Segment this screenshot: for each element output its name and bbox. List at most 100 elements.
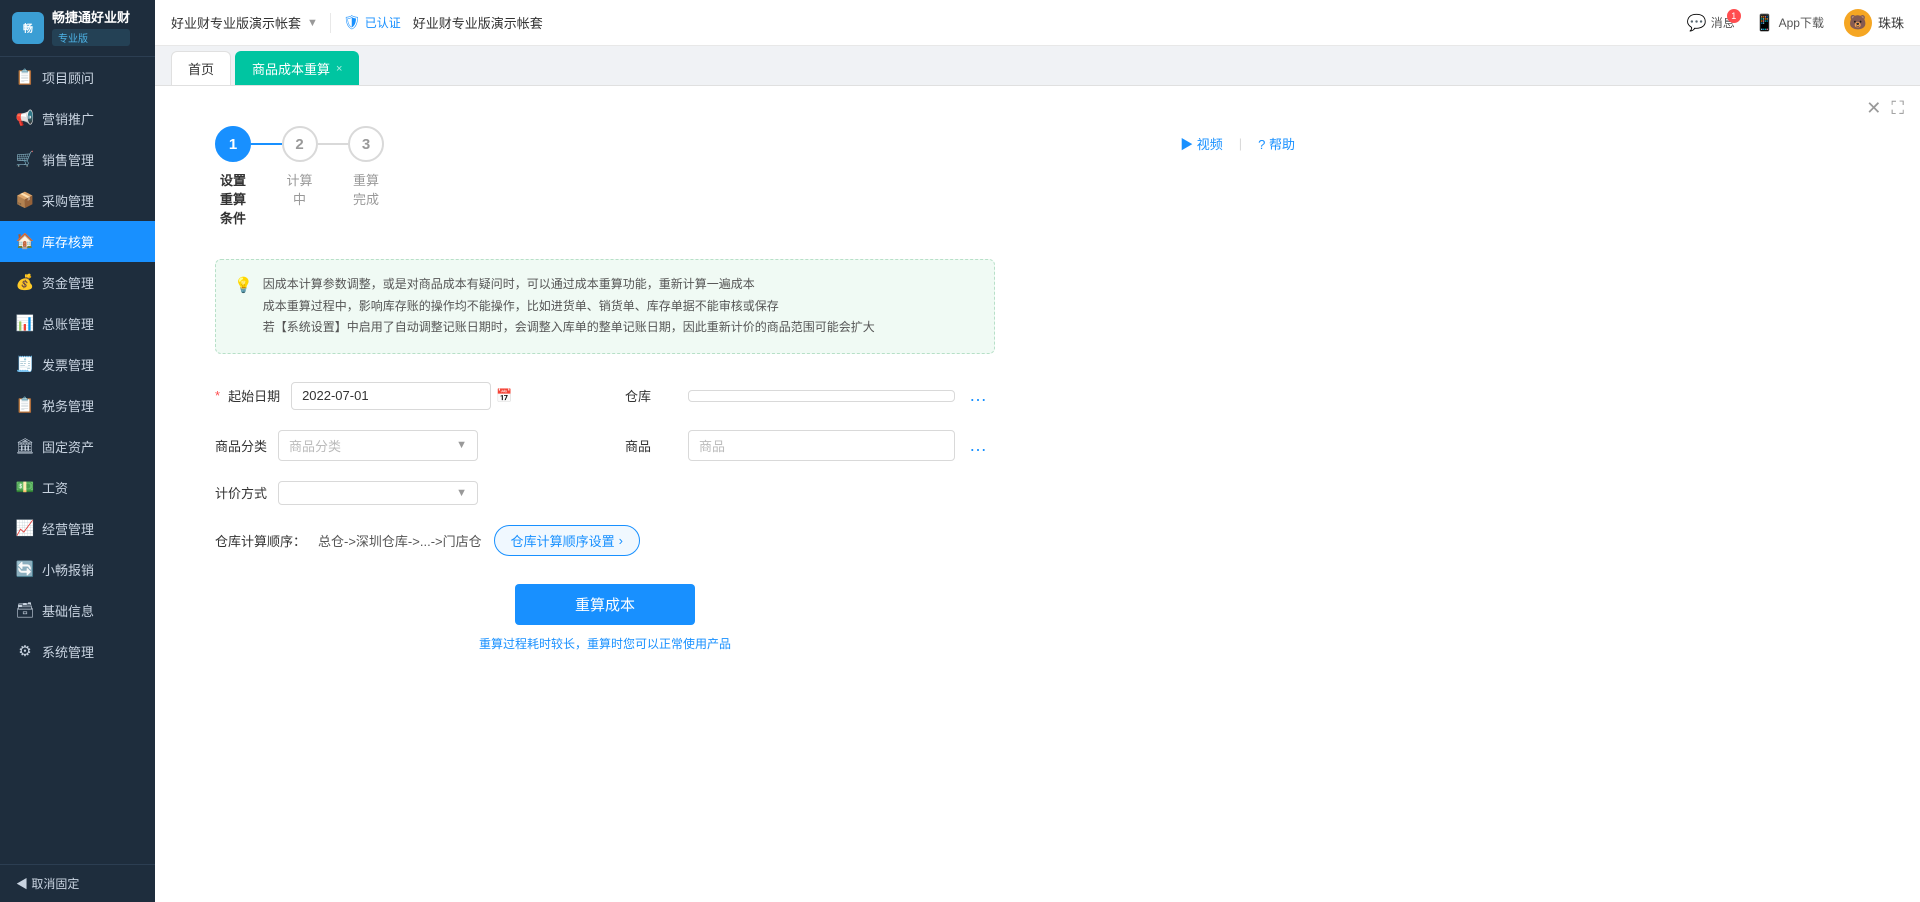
sidebar-item-basic[interactable]: 🗃 基础信息 [0,590,155,631]
sidebar-item-project[interactable]: 📋 项目顾问 [0,57,155,98]
step-label-step1: 设置重算条件 [215,170,251,227]
notice-box: 💡 因成本计算参数调整，或是对商品成本有疑问时，可以通过成本重算功能，重新计算一… [215,259,995,354]
step-circle-step3: 3 [348,126,384,162]
sidebar-icon-xiaochang: 🔄 [16,560,34,578]
sidebar-label-system: 系统管理 [42,642,94,661]
start-date-input-wrapper[interactable]: 📅 [291,382,491,410]
form-section: * 起始日期 📅 仓库 … [215,382,995,652]
sidebar-item-xiaochang[interactable]: 🔄 小畅报销 [0,549,155,590]
sidebar-icon-system: ⚙ [16,642,34,660]
sidebar-label-project: 项目顾问 [42,68,94,87]
sidebar-label-invoice: 发票管理 [42,355,94,374]
account-selector[interactable]: 好业财专业版演示帐套 ▼ [171,13,318,32]
warehouse-order-settings-btn[interactable]: 仓库计算顺序设置 › [494,525,640,556]
start-date-label: 起始日期 [228,386,283,405]
tab-close-recalc[interactable]: × [336,63,342,75]
product-input[interactable]: 商品 [688,430,955,461]
shield-icon: 🛡 [343,14,361,31]
sidebar-item-accounting[interactable]: 📊 总账管理 [0,303,155,344]
account-dropdown-icon: ▼ [307,17,318,29]
step-actions: ▶ 视频 | ? 帮助 [1180,126,1295,153]
form-row-2: 商品分类 商品分类 ▼ 商品 商品 … [215,430,995,461]
notification-count: 1 [1727,9,1741,23]
sidebar-item-invoice[interactable]: 🧾 发票管理 [0,344,155,385]
message-action[interactable]: 💬 消息 1 [1687,13,1735,33]
topbar-divider [330,13,331,33]
sidebar-item-sales[interactable]: 🛒 销售管理 [0,139,155,180]
product-more-btn[interactable]: … [963,433,995,458]
required-mark: * [215,388,220,403]
verified-badge: 🛡 已认证 [343,14,401,31]
warehouse-more-btn[interactable]: … [963,383,995,408]
tab-label-home: 首页 [188,59,214,78]
app-download-action[interactable]: 📱 App下载 [1755,13,1824,33]
sidebar-label-accounting: 总账管理 [42,314,94,333]
sidebar-icon-accounting: 📊 [16,314,34,332]
topbar-actions: 💬 消息 1 📱 App下载 🐻 珠珠 [1687,9,1904,37]
sidebar-icon-marketing: 📢 [16,109,34,127]
step-step3: 3 重算完成 [348,126,384,208]
start-date-field: * 起始日期 📅 [215,382,585,410]
sidebar-icon-basic: 🗃 [16,601,34,619]
expand-button[interactable]: ⛶ [1891,98,1904,119]
product-field: 商品 商品 … [625,430,995,461]
notice-text: 因成本计算参数调整，或是对商品成本有疑问时，可以通过成本重算功能，重新计算一遍成… [263,274,875,339]
tab-home[interactable]: 首页 [171,51,231,85]
pricing-arrow-icon: ▼ [456,487,467,499]
sidebar-item-purchase[interactable]: 📦 采购管理 [0,180,155,221]
sidebar-icon-tax: 📋 [16,396,34,414]
sidebar-icon-salary: 💵 [16,478,34,496]
product-label: 商品 [625,436,680,455]
account-name: 好业财专业版演示帐套 [171,13,301,32]
username: 珠珠 [1878,13,1904,32]
sidebar-icon-project: 📋 [16,68,34,86]
sidebar-item-marketing[interactable]: 📢 营销推广 [0,98,155,139]
sidebar-item-tax[interactable]: 📋 税务管理 [0,385,155,426]
sidebar-item-assets[interactable]: 🏛 固定资产 [0,426,155,467]
content-area: ✕ ⛶ 1 设置重算条件 2 计算中 3 重算完成 ▶ 视频 | ? 帮助 💡 [155,86,1920,902]
sidebar-nav: 📋 项目顾问 📢 营销推广 🛒 销售管理 📦 采购管理 🏠 库存核算 💰 资金管… [0,57,155,864]
category-value: 商品分类 [289,436,341,455]
sidebar-label-purchase: 采购管理 [42,191,94,210]
tabbar: 首页 商品成本重算× [155,46,1920,86]
sidebar-item-finance[interactable]: 💰 资金管理 [0,262,155,303]
warehouse-field: 仓库 … [625,383,995,408]
sidebar-icon-inventory: 🏠 [16,232,34,250]
sidebar-item-inventory[interactable]: 🏠 库存核算 [0,221,155,262]
close-button[interactable]: ✕ [1866,98,1881,119]
phone-icon: 📱 [1755,13,1775,33]
warehouse-label: 仓库 [625,386,680,405]
warehouse-input[interactable] [688,390,955,402]
sidebar-item-system[interactable]: ⚙ 系统管理 [0,631,155,672]
unpin-button[interactable]: ◀ 取消固定 [0,864,155,902]
pricing-label: 计价方式 [215,483,270,502]
lightbulb-icon: 💡 [234,276,253,339]
calendar-icon[interactable]: 📅 [488,383,520,409]
page-content: 1 设置重算条件 2 计算中 3 重算完成 ▶ 视频 | ? 帮助 💡 因成本计… [155,86,1355,692]
pricing-select[interactable]: ▼ [278,481,478,505]
avatar: 🐻 [1844,9,1872,37]
sidebar-item-operations[interactable]: 📈 经营管理 [0,508,155,549]
app-logo: 畅 [12,12,44,44]
message-icon: 💬 [1687,13,1707,33]
sidebar-item-salary[interactable]: 💵 工资 [0,467,155,508]
form-row-3: 计价方式 ▼ [215,481,995,505]
sidebar-icon-purchase: 📦 [16,191,34,209]
chevron-right-icon: › [619,533,623,548]
warehouse-order-label: 仓库计算顺序： [215,531,306,550]
sidebar-header: 畅 畅捷通好业财 专业版 [0,0,155,57]
recalc-hint: 重算过程耗时较长，重算时您可以正常使用产品 [479,635,731,652]
category-field: 商品分类 商品分类 ▼ [215,430,585,461]
sidebar-icon-finance: 💰 [16,273,34,291]
recalc-section: 重算成本 重算过程耗时较长，重算时您可以正常使用产品 [215,584,995,652]
sidebar-label-xiaochang: 小畅报销 [42,560,94,579]
app-title: 畅捷通好业财 [52,10,130,27]
recalc-button[interactable]: 重算成本 [515,584,695,625]
help-link[interactable]: ? 帮助 [1258,134,1295,153]
category-select[interactable]: 商品分类 ▼ [278,430,478,461]
tab-recalc[interactable]: 商品成本重算× [235,51,359,85]
user-menu[interactable]: 🐻 珠珠 [1844,9,1904,37]
step-line-0 [251,143,282,145]
start-date-input[interactable] [292,383,488,408]
video-link[interactable]: ▶ 视频 [1180,134,1223,153]
